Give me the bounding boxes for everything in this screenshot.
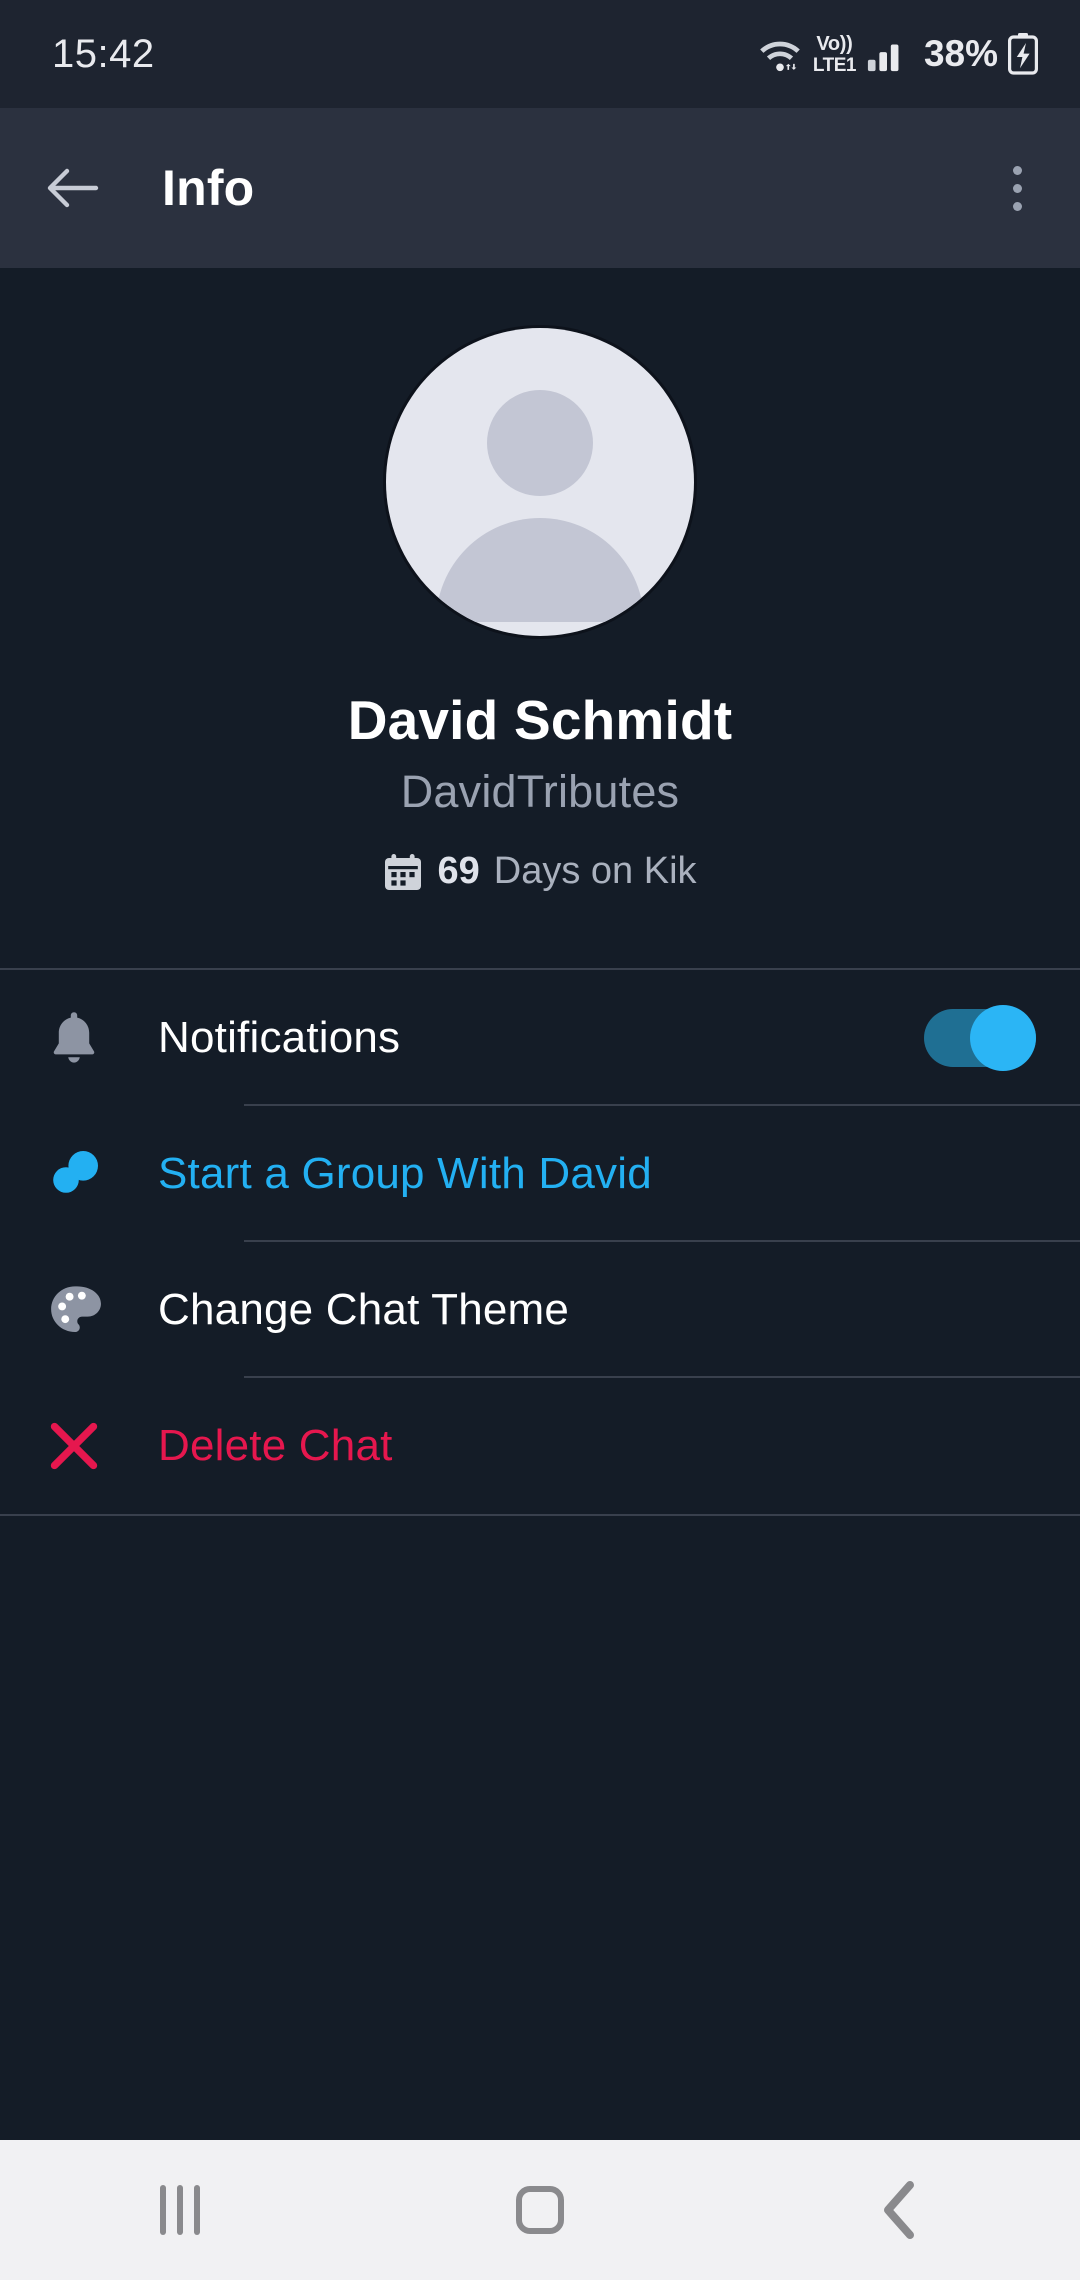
toggle-knob bbox=[970, 1005, 1036, 1071]
settings-list: Notifications Start a Group With David C… bbox=[0, 970, 1080, 1516]
close-x-icon bbox=[48, 1420, 158, 1472]
more-vertical-icon[interactable] bbox=[995, 152, 1040, 225]
profile-display-name: David Schmidt bbox=[347, 689, 733, 751]
back-button[interactable] bbox=[800, 2181, 1000, 2239]
list-item-start-group[interactable]: Start a Group With David bbox=[0, 1106, 1080, 1242]
battery-charging-icon bbox=[1008, 33, 1038, 75]
list-item-change-theme[interactable]: Change Chat Theme bbox=[0, 1242, 1080, 1378]
list-item-label: Change Chat Theme bbox=[158, 1285, 570, 1334]
kebab-dot bbox=[1013, 183, 1022, 193]
recents-bar bbox=[177, 2185, 183, 2235]
cellular-signal-icon bbox=[866, 34, 908, 74]
app-bar: Info bbox=[0, 108, 1080, 268]
days-label: Days on Kik bbox=[493, 850, 697, 892]
volte-indicator: Vo)) LTE1 bbox=[812, 32, 857, 76]
phone-screen: 15:42 Vo)) LTE1 38% Info David Schmidt D… bbox=[0, 0, 1080, 2280]
content-empty-area bbox=[0, 1516, 1080, 2140]
notifications-toggle[interactable] bbox=[924, 1005, 1036, 1071]
kebab-dot bbox=[1013, 201, 1022, 211]
recents-button[interactable] bbox=[80, 2185, 280, 2235]
avatar-head bbox=[487, 390, 593, 496]
status-bar: 15:42 Vo)) LTE1 38% bbox=[0, 0, 1080, 108]
days-on-kik: 69 Days on Kik bbox=[383, 850, 697, 893]
list-item-delete-chat[interactable]: Delete Chat bbox=[0, 1378, 1080, 1514]
calendar-icon bbox=[383, 852, 423, 892]
default-avatar-icon[interactable] bbox=[386, 328, 694, 636]
recents-bar bbox=[160, 2185, 166, 2235]
back-arrow-icon[interactable] bbox=[46, 167, 100, 209]
avatar-body bbox=[436, 518, 644, 622]
list-item-label: Start a Group With David bbox=[158, 1149, 652, 1198]
recents-bar bbox=[194, 2185, 200, 2235]
system-navigation-bar bbox=[0, 2140, 1080, 2280]
kebab-dot bbox=[1013, 165, 1022, 175]
status-bar-clock: 15:42 bbox=[52, 31, 155, 76]
battery-percent-label: 38% bbox=[923, 33, 998, 74]
profile-header: David Schmidt DavidTributes 69 Days on K… bbox=[0, 268, 1080, 970]
home-button[interactable] bbox=[440, 2186, 640, 2234]
status-bar-icons: Vo)) LTE1 38% bbox=[757, 33, 1038, 75]
list-item-label: Delete Chat bbox=[158, 1421, 393, 1470]
home-icon bbox=[516, 2186, 564, 2234]
page-title: Info bbox=[162, 160, 255, 216]
recents-icon bbox=[160, 2185, 200, 2235]
group-icon bbox=[48, 1149, 158, 1199]
list-item-notifications[interactable]: Notifications bbox=[0, 970, 1080, 1106]
days-count: 69 bbox=[437, 850, 480, 892]
wifi-icon bbox=[757, 34, 803, 74]
bell-icon bbox=[48, 1009, 158, 1067]
profile-username: DavidTributes bbox=[400, 766, 680, 817]
palette-icon bbox=[48, 1283, 158, 1337]
back-icon bbox=[880, 2181, 920, 2239]
list-item-label: Notifications bbox=[158, 1013, 401, 1062]
